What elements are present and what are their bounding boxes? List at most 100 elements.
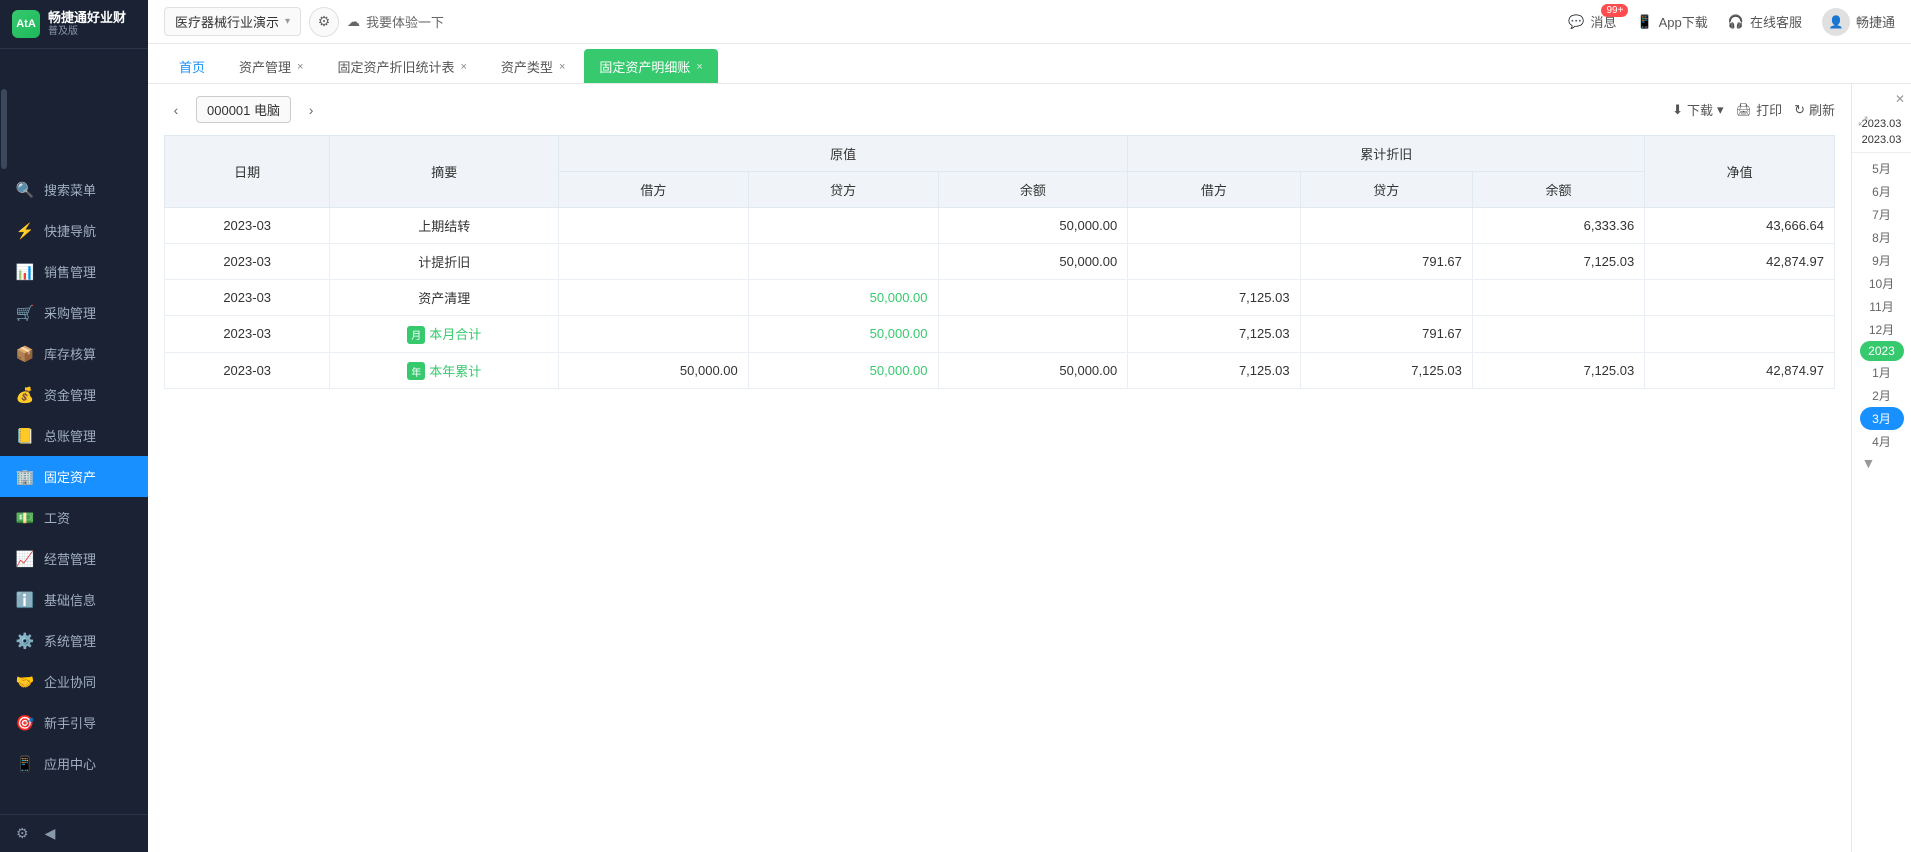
- tab-home[interactable]: 首页: [164, 49, 220, 83]
- col-netvalue: 净值: [1645, 136, 1835, 208]
- timeline-month-10月[interactable]: 10月: [1860, 272, 1904, 295]
- timeline-month-4月[interactable]: 4月: [1860, 430, 1904, 453]
- table-row: 2023-03月本月合计50,000.007,125.03791.67: [165, 316, 1835, 353]
- sidebar-item-guide[interactable]: 🎯新手引导: [0, 702, 148, 743]
- cell-2-5: 7,125.03: [1128, 280, 1300, 316]
- refresh-button[interactable]: ↻ 刷新: [1794, 100, 1835, 119]
- print-button[interactable]: 🖨 打印: [1736, 100, 1783, 119]
- cell-0-2: [559, 208, 749, 244]
- header-settings-button[interactable]: ⚙: [309, 7, 339, 37]
- online-service-action[interactable]: 🎧 在线客服: [1728, 12, 1802, 31]
- sidebar-item-purchase[interactable]: 🛒采购管理: [0, 292, 148, 333]
- sidebar-item-app-center[interactable]: 📱应用中心: [0, 743, 148, 784]
- header-right: 💬 消息 99+ 📱 App下载 🎧 在线客服 👤 畅捷通: [1568, 8, 1895, 36]
- timeline-year-badge-2023[interactable]: 2023: [1860, 341, 1904, 361]
- tab-depreciation-stats[interactable]: 固定资产折旧统计表 ×: [322, 49, 481, 83]
- table-row: 2023-03资产清理50,000.007,125.03: [165, 280, 1835, 316]
- sidebar-item-sales[interactable]: 📊销售管理: [0, 251, 148, 292]
- system-icon: ⚙️: [16, 632, 34, 650]
- cloud-icon: ☁: [347, 14, 360, 30]
- cell-2-1: 资产清理: [330, 280, 559, 316]
- cell-2-7: [1472, 280, 1644, 316]
- tab-close-asset-detail[interactable]: ×: [696, 61, 702, 73]
- cell-0-5: [1128, 208, 1300, 244]
- timeline-month-3月[interactable]: 3月: [1860, 407, 1904, 430]
- sidebar-item-ledger[interactable]: 📒总账管理: [0, 415, 148, 456]
- tab-close-depreciation-stats[interactable]: ×: [460, 61, 466, 73]
- sidebar-label-inventory: 库存核算: [44, 344, 96, 363]
- tab-asset-detail[interactable]: 固定资产明细账×: [584, 49, 717, 83]
- next-asset-button[interactable]: ›: [299, 98, 323, 122]
- toolbar-actions: ⬇ 下载 ▾ 🖨 打印 ↻ 刷新: [1672, 100, 1835, 119]
- sidebar-label-operations: 经营管理: [44, 549, 96, 568]
- sidebar-label-fixed-assets: 固定资产: [44, 467, 96, 486]
- settings-icon[interactable]: ⚙: [16, 825, 29, 842]
- col-group-yuanzhi: 原值: [559, 136, 1128, 172]
- cell-1-0: 2023-03: [165, 244, 330, 280]
- sidebar-item-basic-info[interactable]: ℹ️基础信息: [0, 579, 148, 620]
- asset-code: 000001: [207, 103, 250, 118]
- tab-bar: 首页资产管理×固定资产折旧统计表×资产类型×固定资产明细账×: [148, 44, 1911, 84]
- sidebar-item-inventory[interactable]: 📦库存核算: [0, 333, 148, 374]
- timeline-month-2月[interactable]: 2月: [1860, 384, 1904, 407]
- sidebar-item-quick-nav[interactable]: ⚡快捷导航: [0, 210, 148, 251]
- experience-button[interactable]: ☁ 我要体验一下: [347, 12, 444, 31]
- timeline-month-11月[interactable]: 11月: [1860, 295, 1904, 318]
- cell-4-5: 7,125.03: [1128, 352, 1300, 389]
- sidebar-item-payroll[interactable]: 💵工资: [0, 497, 148, 538]
- message-badge: 99+: [1601, 4, 1628, 17]
- col-yuanzhi-debit: 借方: [559, 172, 749, 208]
- logo-icon: AtA: [12, 10, 40, 38]
- timeline-month-12月[interactable]: 12月: [1860, 318, 1904, 341]
- cell-4-2: 50,000.00: [559, 352, 749, 389]
- timeline-month-7月[interactable]: 7月: [1860, 203, 1904, 226]
- timeline-expand-button[interactable]: ⤢: [1858, 114, 1868, 129]
- cell-3-5: 7,125.03: [1128, 316, 1300, 353]
- tab-asset-mgmt[interactable]: 资产管理×: [224, 49, 318, 83]
- content-area: ‹ 000001 电脑 › ⬇ 下载 ▾ 🖨 打印: [148, 84, 1911, 852]
- purchase-icon: 🛒: [16, 304, 34, 322]
- tab-label-depreciation-stats: 固定资产折旧统计表: [337, 57, 454, 76]
- timeline-month-1月[interactable]: 1月: [1860, 361, 1904, 384]
- sidebar-label-app-center: 应用中心: [44, 754, 96, 773]
- timeline-month-5月[interactable]: 5月: [1860, 157, 1904, 180]
- tab-asset-type[interactable]: 资产类型×: [486, 49, 580, 83]
- sidebar-item-operations[interactable]: 📈经营管理: [0, 538, 148, 579]
- sidebar-label-enterprise: 企业协同: [44, 672, 96, 691]
- cell-2-2: [559, 280, 749, 316]
- sidebar-label-guide: 新手引导: [44, 713, 96, 732]
- col-leji-debit: 借方: [1128, 172, 1300, 208]
- timeline-month-9月[interactable]: 9月: [1860, 249, 1904, 272]
- download-icon: ⬇: [1672, 102, 1683, 118]
- timeline-close-button[interactable]: ✕: [1895, 92, 1905, 106]
- cell-3-1: 月本月合计: [330, 316, 559, 353]
- cell-1-8: 42,874.97: [1645, 244, 1835, 280]
- user-name: 畅捷通: [1856, 12, 1895, 31]
- timeline-month-6月[interactable]: 6月: [1860, 180, 1904, 203]
- tab-close-asset-mgmt[interactable]: ×: [297, 61, 303, 73]
- prev-asset-button[interactable]: ‹: [164, 98, 188, 122]
- sidebar-nav: 🔍搜索菜单⚡快捷导航📊销售管理🛒采购管理📦库存核算💰资金管理📒总账管理🏢固定资产…: [0, 169, 148, 814]
- sidebar-item-funds[interactable]: 💰资金管理: [0, 374, 148, 415]
- message-action[interactable]: 💬 消息 99+: [1568, 12, 1616, 31]
- timeline-month-8月[interactable]: 8月: [1860, 226, 1904, 249]
- refresh-icon: ↻: [1794, 102, 1805, 118]
- collapse-icon[interactable]: ◀: [45, 825, 56, 842]
- sidebar-item-enterprise[interactable]: 🤝企业协同: [0, 661, 148, 702]
- cell-0-4: 50,000.00: [938, 208, 1128, 244]
- sidebar-item-system[interactable]: ⚙️ 系统管理: [0, 620, 148, 661]
- ledger-icon: 📒: [16, 427, 34, 445]
- app-download-action[interactable]: 📱 App下载: [1636, 12, 1707, 31]
- cell-0-3: [748, 208, 938, 244]
- sidebar-item-fixed-assets[interactable]: 🏢固定资产: [0, 456, 148, 497]
- timeline-scroll-down[interactable]: ▼: [1860, 453, 1904, 473]
- cell-4-0: 2023-03: [165, 352, 330, 389]
- table-row: 2023-03上期结转50,000.006,333.3643,666.64: [165, 208, 1835, 244]
- company-selector[interactable]: 医疗器械行业演示 ▾: [164, 7, 301, 36]
- download-button[interactable]: ⬇ 下载 ▾: [1672, 100, 1723, 119]
- sidebar-label-system: 系统管理: [44, 631, 96, 650]
- user-profile[interactable]: 👤 畅捷通: [1822, 8, 1895, 36]
- tab-close-asset-type[interactable]: ×: [559, 61, 565, 73]
- quick-nav-icon: ⚡: [16, 222, 34, 240]
- sidebar-item-search[interactable]: 🔍搜索菜单: [0, 169, 148, 210]
